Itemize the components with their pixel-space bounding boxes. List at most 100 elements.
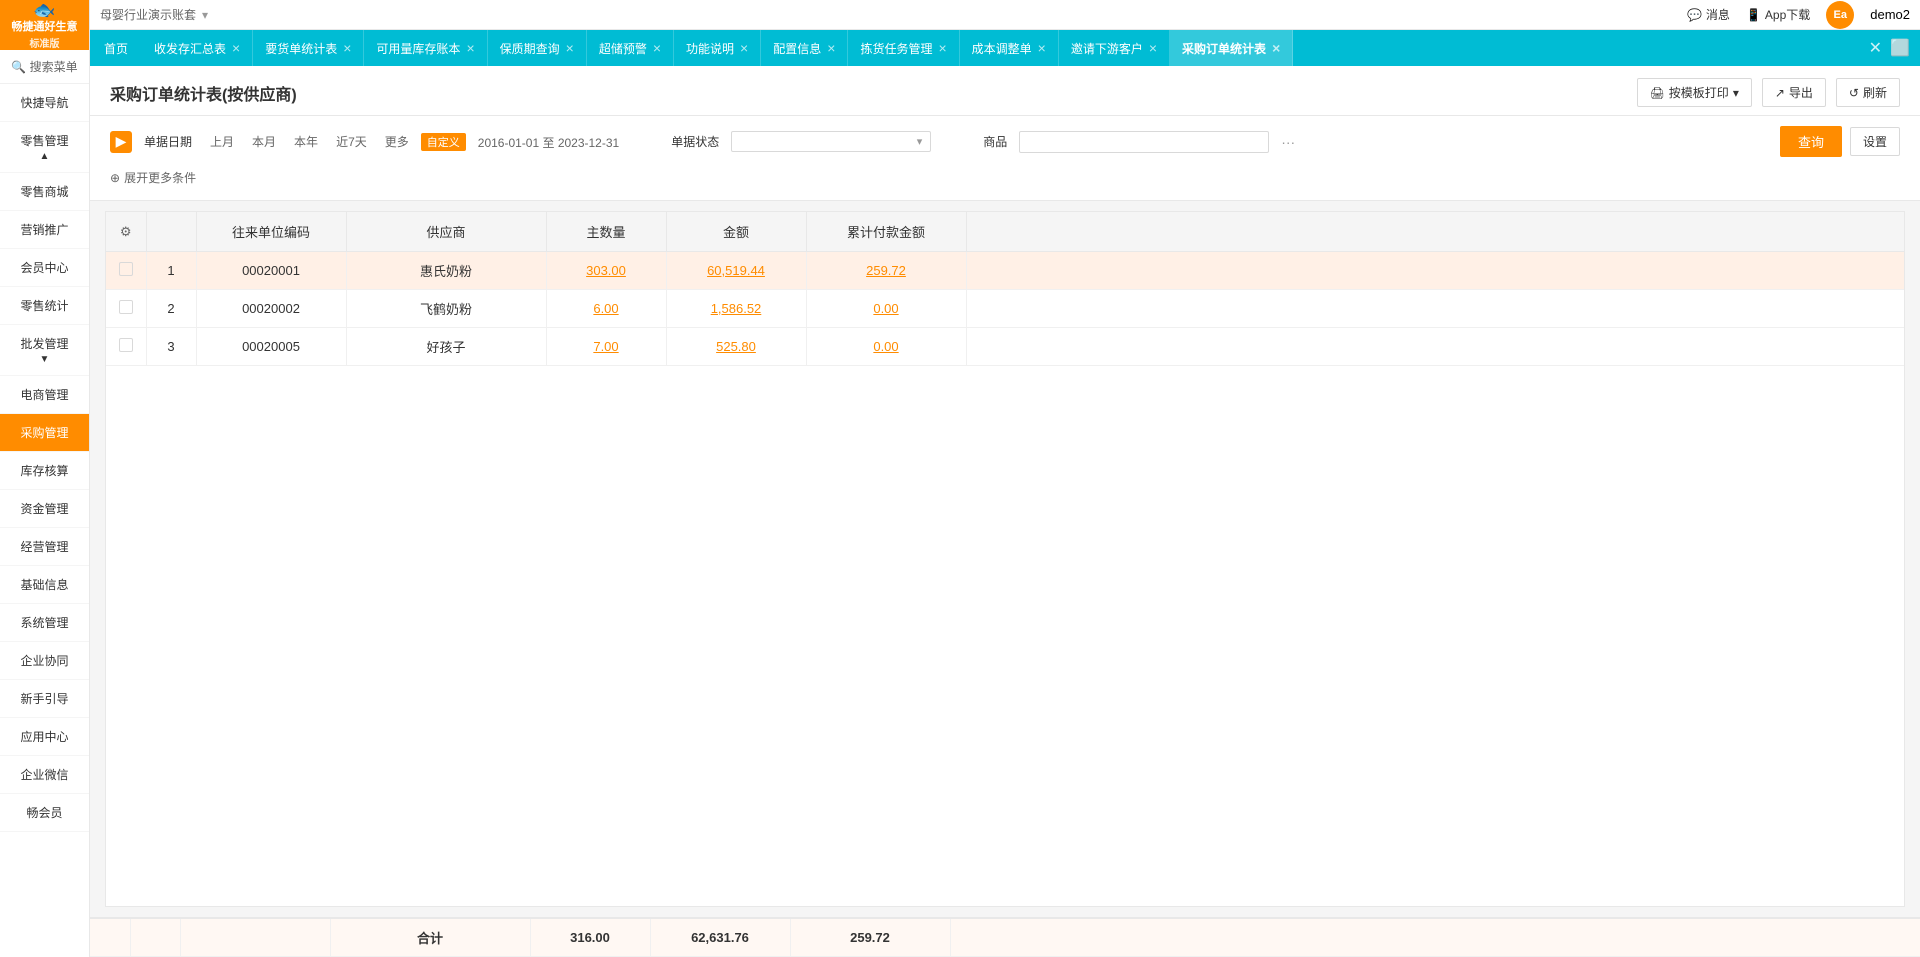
search-label: 搜索菜单	[30, 60, 78, 74]
tab-close-icon[interactable]: ×	[653, 40, 661, 56]
tab-home[interactable]: 首页	[90, 30, 142, 66]
summary-code	[180, 919, 330, 957]
sidebar-item-ecommerce[interactable]: 电商管理	[0, 376, 89, 414]
sidebar-item-wholesale[interactable]: 批发管理 ▼	[0, 325, 89, 376]
tab-invite-downstream[interactable]: 邀请下游客户 ×	[1059, 30, 1170, 66]
main-content: 母婴行业演示账套 ▾ 💬 消息 📱 App下载 Ea demo2 首页 收发存汇…	[90, 0, 1920, 957]
table-row[interactable]: 1 00020001 惠氏奶粉 303.00 60,519.44 259.72	[106, 252, 1904, 290]
user-avatar[interactable]: Ea	[1826, 1, 1854, 29]
tab-cost-adjust[interactable]: 成本调整单 ×	[960, 30, 1059, 66]
sidebar-search[interactable]: 🔍 搜索菜单	[0, 50, 89, 84]
date-cur-year-btn[interactable]: 本年	[288, 131, 324, 152]
sidebar-item-member2[interactable]: 畅会员	[0, 794, 89, 832]
tab-purchase-stat[interactable]: 采购订单统计表 ×	[1170, 30, 1293, 66]
td-supplier: 飞鹤奶粉	[346, 290, 546, 328]
td-paid[interactable]: 0.00	[806, 328, 966, 366]
td-qty[interactable]: 6.00	[546, 290, 666, 328]
retail-label: 零售管理	[20, 132, 68, 149]
checkbox-icon[interactable]	[119, 300, 133, 314]
nav-tabs: 首页 收发存汇总表 × 要货单统计表 × 可用量库存账本 × 保质期查询 × 超…	[90, 30, 1920, 66]
retail-stat-label: 零售统计	[20, 297, 68, 314]
sidebar-item-app-center[interactable]: 应用中心	[0, 718, 89, 756]
tab-pick-task[interactable]: 拣货任务管理 ×	[848, 30, 959, 66]
summary-row: 合计 316.00 62,631.76 259.72	[90, 919, 1920, 957]
tab-config[interactable]: 配置信息 ×	[761, 30, 848, 66]
tab-overstock[interactable]: 超储预警 ×	[587, 30, 674, 66]
close-tab-btn[interactable]: ✕	[1869, 38, 1882, 58]
app-download-label: App下载	[1765, 6, 1810, 23]
goods-input[interactable]	[1019, 131, 1269, 153]
sidebar-item-system[interactable]: 系统管理	[0, 604, 89, 642]
tab-close-icon[interactable]: ×	[466, 40, 474, 56]
tab-close-icon[interactable]: ×	[827, 40, 835, 56]
sidebar-item-member[interactable]: 会员中心	[0, 249, 89, 287]
td-amount[interactable]: 525.80	[666, 328, 806, 366]
td-amount[interactable]: 60,519.44	[666, 252, 806, 290]
tab-label: 邀请下游客户	[1071, 40, 1143, 57]
expand-more-btn[interactable]: ⊕ 展开更多条件	[110, 169, 1900, 186]
sidebar-item-purchase[interactable]: 采购管理	[0, 414, 89, 452]
tab-close-icon[interactable]: ×	[566, 40, 574, 56]
app-center-label: 应用中心	[20, 728, 68, 745]
date-prev-month-btn[interactable]: 上月	[204, 131, 240, 152]
date-custom-tag[interactable]: 自定义	[421, 133, 466, 151]
summary-check	[90, 919, 130, 957]
sidebar-item-inventory[interactable]: 库存核算	[0, 452, 89, 490]
tab-receive-send[interactable]: 收发存汇总表 ×	[142, 30, 253, 66]
sidebar-item-retail-stat[interactable]: 零售统计	[0, 287, 89, 325]
member-label: 会员中心	[20, 259, 68, 276]
query-btn[interactable]: 查询	[1780, 126, 1842, 157]
td-paid[interactable]: 259.72	[806, 252, 966, 290]
td-seq: 2	[146, 290, 196, 328]
tab-close-icon[interactable]: ×	[938, 40, 946, 56]
tab-close-icon[interactable]: ×	[343, 40, 351, 56]
tab-close-icon[interactable]: ×	[1038, 40, 1046, 56]
filter-toggle-btn[interactable]: ▶	[110, 131, 132, 153]
message-btn[interactable]: 💬 消息	[1687, 6, 1730, 23]
tab-close-icon[interactable]: ×	[1149, 40, 1157, 56]
mobile-icon: 📱	[1746, 8, 1761, 22]
goods-input-field[interactable]	[1028, 135, 1260, 149]
status-dropdown-icon: ▾	[917, 135, 923, 148]
sidebar-item-marketing[interactable]: 营销推广	[0, 211, 89, 249]
sidebar-item-retail[interactable]: 零售管理 ▲	[0, 122, 89, 173]
status-select[interactable]: ▾	[731, 131, 931, 152]
td-qty[interactable]: 303.00	[546, 252, 666, 290]
sidebar-item-finance[interactable]: 资金管理	[0, 490, 89, 528]
date-7days-btn[interactable]: 近7天	[330, 131, 373, 152]
sidebar-item-quick-nav[interactable]: 快捷导航	[0, 84, 89, 122]
tab-close-icon[interactable]: ×	[232, 40, 240, 56]
date-cur-month-btn[interactable]: 本月	[246, 131, 282, 152]
tab-close-icon[interactable]: ×	[1272, 40, 1280, 56]
sidebar-item-enterprise-wechat[interactable]: 企业微信	[0, 756, 89, 794]
checkbox-icon[interactable]	[119, 338, 133, 352]
td-paid[interactable]: 0.00	[806, 290, 966, 328]
table-row[interactable]: 3 00020005 好孩子 7.00 525.80 0.00	[106, 328, 1904, 366]
table-row[interactable]: 2 00020002 飞鹤奶粉 6.00 1,586.52 0.00	[106, 290, 1904, 328]
checkbox-icon[interactable]	[119, 262, 133, 276]
sidebar-item-new-guide[interactable]: 新手引导	[0, 680, 89, 718]
sidebar-item-retail-shop[interactable]: 零售商城	[0, 173, 89, 211]
tab-function-desc[interactable]: 功能说明 ×	[674, 30, 761, 66]
settings-btn[interactable]: 设置	[1850, 127, 1900, 156]
more-dots-icon[interactable]: ···	[1281, 134, 1295, 150]
td-amount[interactable]: 1,586.52	[666, 290, 806, 328]
sidebar-item-operations[interactable]: 经营管理	[0, 528, 89, 566]
tab-warranty[interactable]: 保质期查询 ×	[488, 30, 587, 66]
tab-available-stock[interactable]: 可用量库存账本 ×	[364, 30, 487, 66]
refresh-btn[interactable]: ↺ 刷新	[1836, 78, 1900, 107]
th-qty: 主数量	[546, 212, 666, 252]
tab-goods-stat[interactable]: 要货单统计表 ×	[253, 30, 364, 66]
sidebar-item-basic-info[interactable]: 基础信息	[0, 566, 89, 604]
tab-close-icon[interactable]: ×	[740, 40, 748, 56]
app-download-btn[interactable]: 📱 App下载	[1746, 6, 1810, 23]
td-qty[interactable]: 7.00	[546, 328, 666, 366]
export-btn[interactable]: ↗ 导出	[1762, 78, 1826, 107]
maximize-btn[interactable]: ⬜	[1890, 38, 1910, 58]
dropdown-icon: ▾	[202, 8, 208, 22]
settings-icon[interactable]: ⚙	[120, 224, 132, 239]
template-print-btn[interactable]: 🖨 按模板打印 ▾	[1637, 78, 1752, 107]
date-more-btn[interactable]: 更多	[379, 131, 415, 152]
tab-label: 功能说明	[686, 40, 734, 57]
sidebar-item-enterprise[interactable]: 企业协同	[0, 642, 89, 680]
